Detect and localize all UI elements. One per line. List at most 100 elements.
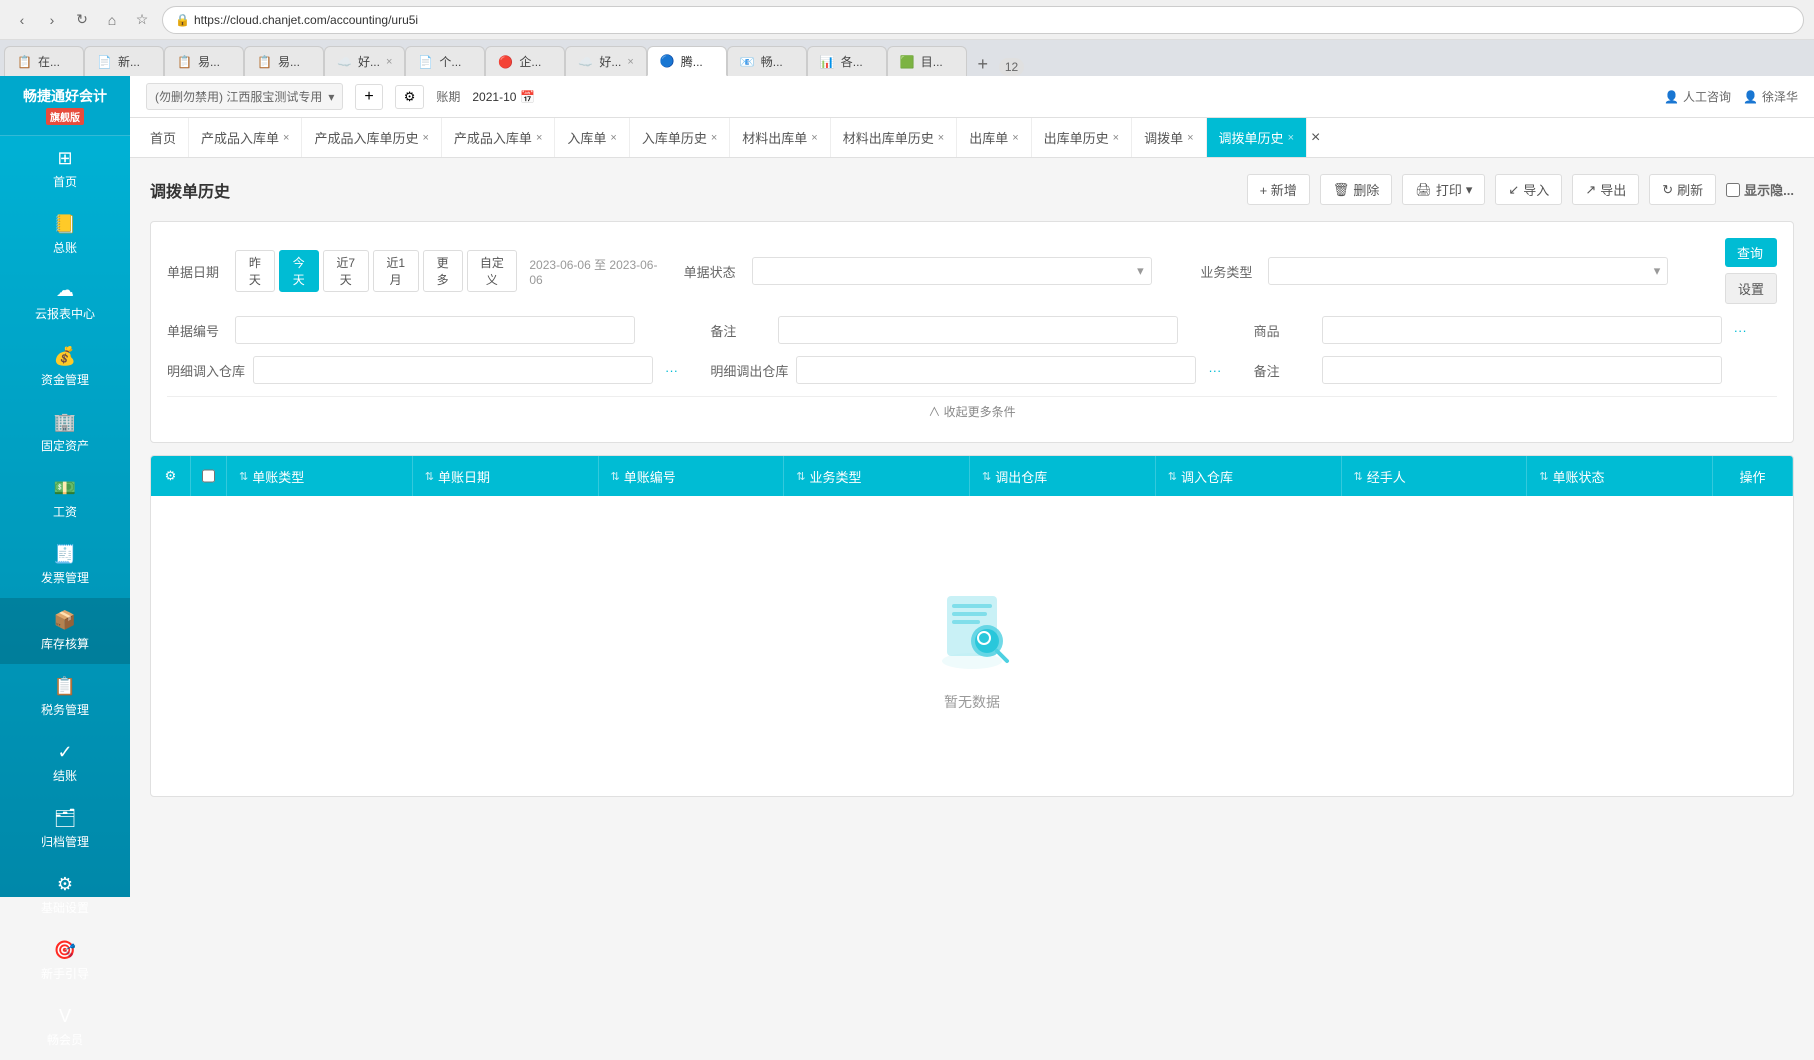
nav-tab-material-out-close[interactable]: × <box>811 132 817 144</box>
date-btn-1month[interactable]: 近1月 <box>373 250 419 292</box>
note-input[interactable] <box>1322 356 1722 384</box>
date-btn-7days[interactable]: 近7天 <box>323 250 369 292</box>
sidebar-item-reports[interactable]: ☁ 云报表中心 <box>0 268 130 334</box>
browser-tab-8[interactable]: ☁️ 好... × <box>565 46 646 76</box>
new-button[interactable]: + 新增 <box>1247 174 1310 205</box>
sidebar-item-home[interactable]: ⊞ 首页 <box>0 136 130 202</box>
nav-tab-product-in[interactable]: 产成品入库单 × <box>189 118 302 158</box>
sidebar-item-archive[interactable]: 🗂 归档管理 <box>0 796 130 862</box>
nav-tab-material-out-history-close[interactable]: × <box>938 132 944 144</box>
nav-tab-product-in2[interactable]: 产成品入库单 × <box>442 118 555 158</box>
browser-tab-6[interactable]: 📄 个... <box>405 46 485 76</box>
nav-tab-out[interactable]: 出库单 × <box>957 118 1031 158</box>
gear-settings-button[interactable]: ⚙ <box>395 85 425 109</box>
sidebar-item-invoice[interactable]: 🧾 发票管理 <box>0 532 130 598</box>
print-button[interactable]: 🖨 打印 ▾ <box>1402 174 1485 205</box>
sidebar-item-tax[interactable]: 📋 税务管理 <box>0 664 130 730</box>
date-btn-yesterday[interactable]: 昨天 <box>235 250 275 292</box>
company-selector[interactable]: (勿删勿禁用) 江西服宝测试专用 ▾ <box>146 83 343 110</box>
date-btn-today[interactable]: 今天 <box>279 250 319 292</box>
tab-close-8[interactable]: × <box>627 56 633 68</box>
nav-tab-out-history[interactable]: 出库单历史 × <box>1032 118 1132 158</box>
sidebar-item-ledger[interactable]: 📒 总账 <box>0 202 130 268</box>
remark-input[interactable] <box>778 316 1178 344</box>
th-settings[interactable]: ⚙ <box>151 456 191 496</box>
th-status[interactable]: ⇅ 单账状态 <box>1527 456 1713 496</box>
collapse-bar[interactable]: ∧ 收起更多条件 <box>167 396 1777 426</box>
period-value[interactable]: 2021-10 📅 <box>472 90 535 104</box>
out-warehouse-picker-icon[interactable]: ··· <box>1208 363 1221 378</box>
nav-tab-out-close[interactable]: × <box>1012 132 1018 144</box>
th-type[interactable]: ⇅ 单账类型 <box>227 456 413 496</box>
close-all-tabs-button[interactable]: × <box>1311 129 1320 147</box>
nav-tab-product-in-history[interactable]: 产成品入库单历史 × <box>302 118 441 158</box>
browser-tab-7[interactable]: 🔴 企... <box>485 46 565 76</box>
refresh-browser-button[interactable]: ↻ <box>70 8 94 32</box>
th-out-warehouse[interactable]: ⇅ 调出仓库 <box>970 456 1156 496</box>
sidebar-item-inventory[interactable]: 📦 库存核算 <box>0 598 130 664</box>
nav-tab-product-in-close[interactable]: × <box>283 132 289 144</box>
address-bar[interactable]: 🔒 https://cloud.chanjet.com/accounting/u… <box>162 6 1804 34</box>
goods-picker-icon[interactable]: ··· <box>1734 323 1747 338</box>
in-warehouse-input[interactable] <box>253 356 653 384</box>
delete-button[interactable]: 🗑 删除 <box>1320 174 1393 205</box>
star-button[interactable]: ☆ <box>130 8 154 32</box>
sidebar-item-finance[interactable]: 💰 资金管理 <box>0 334 130 400</box>
import-button[interactable]: ↙ 导入 <box>1495 174 1562 205</box>
sidebar-item-settings[interactable]: ⚙ 基础设置 <box>0 862 130 928</box>
browser-tab-1[interactable]: 📋 在... <box>4 46 84 76</box>
sidebar-item-assets[interactable]: 🏢 固定资产 <box>0 400 130 466</box>
select-all-checkbox[interactable] <box>202 469 215 483</box>
nav-tab-out-history-close[interactable]: × <box>1113 132 1119 144</box>
query-button[interactable]: 查询 <box>1725 238 1777 267</box>
date-btn-custom[interactable]: 自定义 <box>467 250 518 292</box>
nav-tab-product-in2-close[interactable]: × <box>536 132 542 144</box>
nav-tab-material-out-history[interactable]: 材料出库单历史 × <box>831 118 957 158</box>
browser-tab-10[interactable]: 📊 各... <box>807 46 887 76</box>
goods-input[interactable] <box>1322 316 1722 344</box>
th-in-warehouse[interactable]: ⇅ 调入仓库 <box>1156 456 1342 496</box>
nav-tab-material-out[interactable]: 材料出库单 × <box>730 118 830 158</box>
nav-tab-in-history-close[interactable]: × <box>711 132 717 144</box>
status-select[interactable] <box>752 257 1152 285</box>
nav-tab-home[interactable]: 首页 <box>138 118 189 158</box>
forward-button[interactable]: › <box>40 8 64 32</box>
refresh-button[interactable]: ↻ 刷新 <box>1649 174 1716 205</box>
user-info[interactable]: 👤 徐泽华 <box>1743 88 1798 105</box>
home-button[interactable]: ⌂ <box>100 8 124 32</box>
browser-tab-11[interactable]: 🟩 目... <box>887 46 967 76</box>
nav-tab-in[interactable]: 入库单 × <box>555 118 629 158</box>
sidebar-item-vip[interactable]: V 畅会员 <box>0 994 130 1060</box>
browser-tab-9[interactable]: 📧 畅... <box>727 46 807 76</box>
th-biztype[interactable]: ⇅ 业务类型 <box>784 456 970 496</box>
browser-tab-4[interactable]: 📋 易... <box>244 46 324 76</box>
nav-tab-transfer-close[interactable]: × <box>1187 132 1193 144</box>
sidebar-item-close[interactable]: ✓ 结账 <box>0 730 130 796</box>
sidebar-item-guide[interactable]: 🎯 新手引导 <box>0 928 130 994</box>
show-cols-checkbox[interactable] <box>1726 183 1740 197</box>
sidebar-item-salary[interactable]: 💵 工资 <box>0 466 130 532</box>
nav-tab-in-history[interactable]: 入库单历史 × <box>630 118 730 158</box>
back-button[interactable]: ‹ <box>10 8 34 32</box>
nav-tab-transfer-history[interactable]: 调拨单历史 × <box>1207 118 1307 158</box>
export-button[interactable]: ↗ 导出 <box>1572 174 1639 205</box>
browser-tab-3[interactable]: 📋 易... <box>164 46 244 76</box>
th-no[interactable]: ⇅ 单账编号 <box>599 456 785 496</box>
new-tab-button[interactable]: + <box>971 52 995 76</box>
in-warehouse-picker-icon[interactable]: ··· <box>665 363 678 378</box>
date-btn-more[interactable]: 更多 <box>423 250 463 292</box>
filter-settings-button[interactable]: 设置 <box>1725 273 1777 304</box>
th-checkbox[interactable] <box>191 456 227 496</box>
nav-tab-product-in-history-close[interactable]: × <box>422 132 428 144</box>
out-warehouse-input[interactable] <box>796 356 1196 384</box>
biztype-select[interactable] <box>1268 257 1668 285</box>
browser-tab-active[interactable]: 🔵 腾... <box>647 46 727 76</box>
nav-tab-transfer[interactable]: 调拨单 × <box>1132 118 1206 158</box>
docno-input[interactable] <box>235 316 635 344</box>
add-company-button[interactable]: + <box>355 84 382 110</box>
th-date[interactable]: ⇅ 单账日期 <box>413 456 599 496</box>
th-handler[interactable]: ⇅ 经手人 <box>1342 456 1528 496</box>
customer-service[interactable]: 👤 人工咨询 <box>1664 88 1731 105</box>
browser-tab-2[interactable]: 📄 新... <box>84 46 164 76</box>
browser-tab-5[interactable]: ☁️ 好... × <box>324 46 405 76</box>
